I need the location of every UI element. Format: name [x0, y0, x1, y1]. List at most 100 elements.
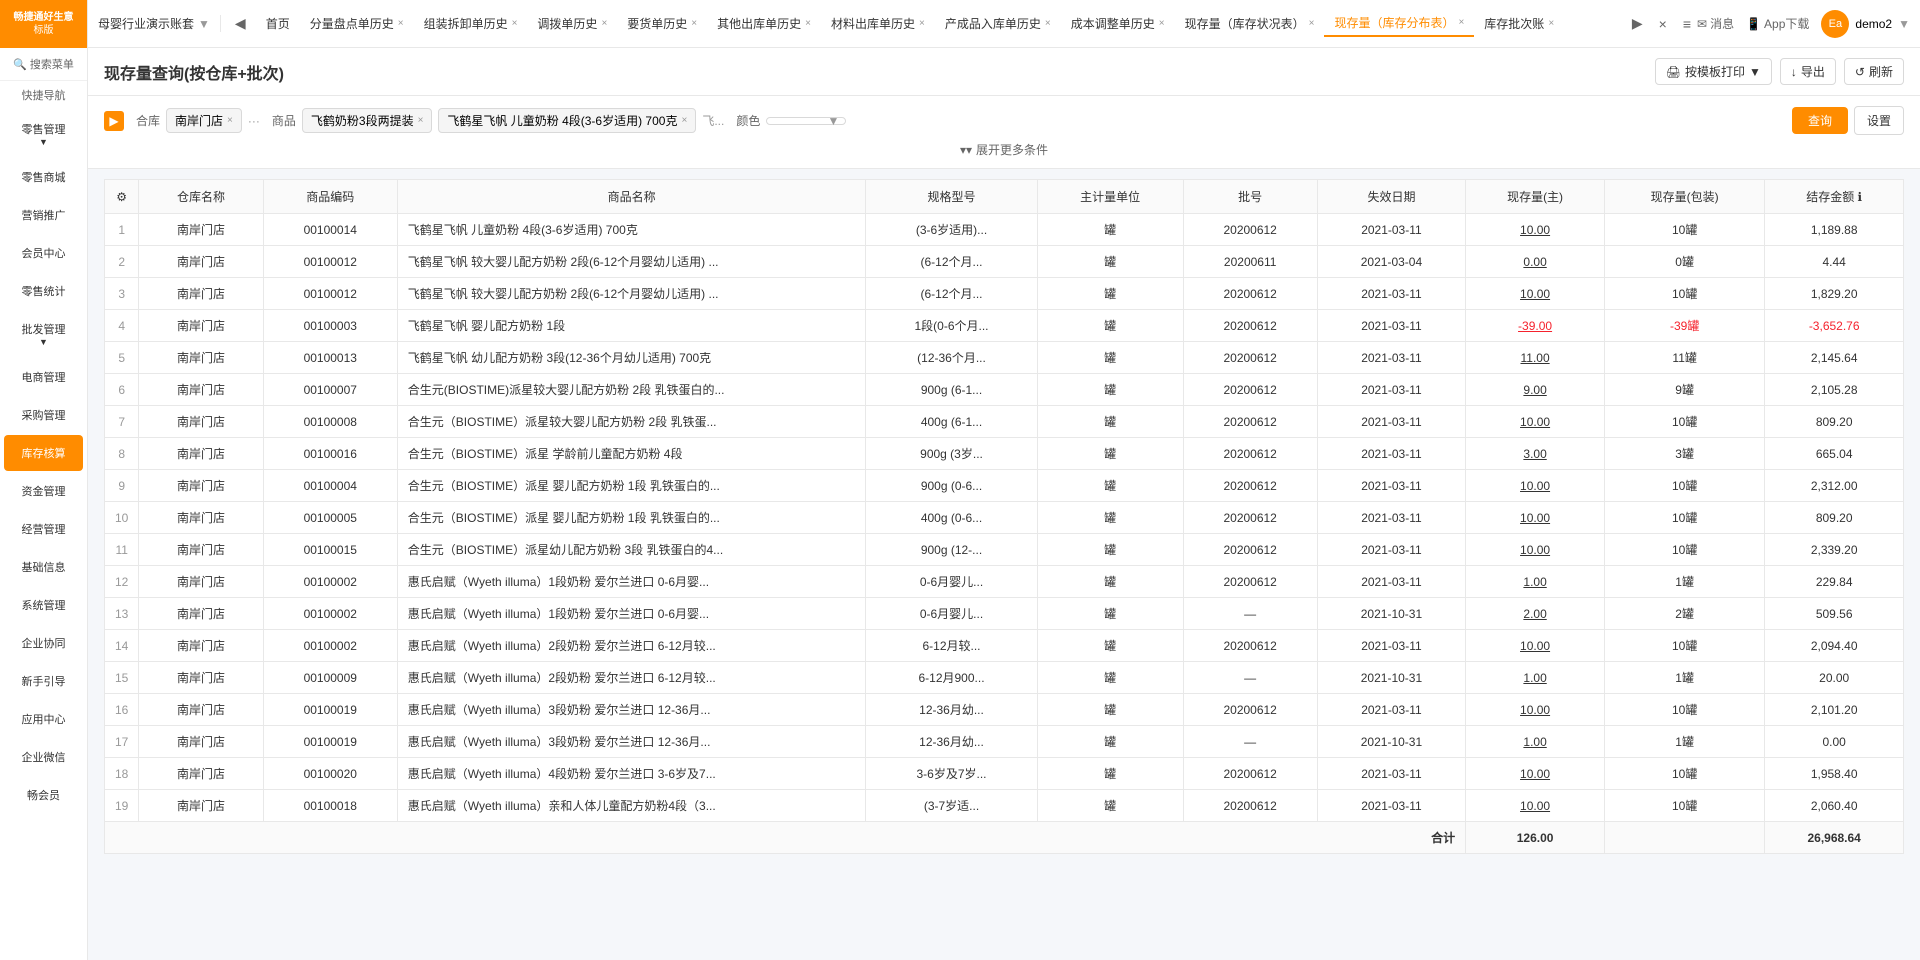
tab-stock-status[interactable]: 现存量（库存状况表）× — [1175, 10, 1325, 37]
cell-qty-main[interactable]: 10.00 — [1466, 534, 1605, 566]
template-print-btn[interactable]: 🖨 按模板打印 ▼ — [1655, 58, 1772, 85]
tab-close-all[interactable]: × — [1653, 16, 1673, 32]
expand-conditions-btn[interactable]: ▾▾ 展开更多条件 — [960, 141, 1048, 158]
sidebar-item-operations[interactable]: 经营管理 — [4, 511, 83, 547]
quick-nav-btn[interactable]: 快捷导航 — [0, 81, 87, 109]
tab-close[interactable]: × — [691, 18, 697, 29]
warehouse-more[interactable]: ··· — [248, 114, 260, 128]
sidebar-item-finance[interactable]: 资金管理 — [4, 473, 83, 509]
tab-stock-dist[interactable]: 现存量（库存分布表）× — [1324, 10, 1474, 37]
cell-spec: 1段(0-6个月... — [866, 310, 1037, 342]
cell-qty-main[interactable]: 1.00 — [1466, 566, 1605, 598]
cell-qty-main[interactable]: 2.00 — [1466, 598, 1605, 630]
cell-qty-main[interactable]: 10.00 — [1466, 790, 1605, 822]
sidebar-item-member[interactable]: 会员中心 — [4, 235, 83, 271]
tab-home[interactable]: 首页 — [256, 10, 300, 37]
tab-close[interactable]: × — [1045, 18, 1051, 29]
tab-other-out[interactable]: 其他出库单历史× — [707, 10, 821, 37]
cell-qty-main[interactable]: 9.00 — [1466, 374, 1605, 406]
sidebar-item-system[interactable]: 系统管理 — [4, 587, 83, 623]
cell-qty-main[interactable]: 10.00 — [1466, 406, 1605, 438]
color-dropdown[interactable]: ▼ — [766, 117, 846, 125]
cell-qty-main[interactable]: 3.00 — [1466, 438, 1605, 470]
tab-mix[interactable]: 调拨单历史× — [527, 10, 617, 37]
cell-qty-main[interactable]: 10.00 — [1466, 470, 1605, 502]
warehouse-tag-remove[interactable]: × — [227, 115, 233, 126]
cell-expire: 2021-03-11 — [1317, 790, 1465, 822]
sidebar-item-retail[interactable]: 零售管理 ▼ — [4, 111, 83, 157]
tab-close[interactable]: × — [512, 18, 518, 29]
tab-close[interactable]: × — [1458, 17, 1464, 28]
sidebar-item-retail-shop[interactable]: 零售商城 — [4, 159, 83, 195]
sidebar-item-newbie[interactable]: 新手引导 — [4, 663, 83, 699]
tab-batch-account[interactable]: 库存批次账× — [1474, 10, 1564, 37]
app-download-btn[interactable]: 📱 App下载 — [1746, 15, 1809, 32]
search-menu-btn[interactable]: 🔍 搜索菜单 — [0, 48, 87, 81]
product-more[interactable]: 飞... — [702, 112, 724, 129]
cell-qty-main[interactable]: 1.00 — [1466, 726, 1605, 758]
cell-qty-main[interactable]: 11.00 — [1466, 342, 1605, 374]
expand-filter-btn[interactable]: ▶ — [104, 111, 124, 131]
sidebar-item-purchase[interactable]: 采购管理 — [4, 397, 83, 433]
cell-batch: 20200611 — [1183, 246, 1317, 278]
tab-requisition[interactable]: 要货单历史× — [617, 10, 707, 37]
cell-qty-main[interactable]: -39.00 — [1466, 310, 1605, 342]
cell-qty-pack: 11罐 — [1604, 342, 1764, 374]
tab-close[interactable]: × — [601, 18, 607, 29]
sidebar-item-inventory[interactable]: 库存核算 — [4, 435, 83, 471]
cell-rownum: 14 — [105, 630, 139, 662]
user-area[interactable]: Ea demo2 ▼ — [1821, 10, 1910, 38]
export-btn[interactable]: ↓ 导出 — [1780, 58, 1836, 85]
cell-qty-main[interactable]: 10.00 — [1466, 278, 1605, 310]
tab-product-in[interactable]: 产成品入库单历史× — [935, 10, 1061, 37]
product-tag-remove-1[interactable]: × — [681, 115, 687, 126]
cell-qty-main[interactable]: 10.00 — [1466, 502, 1605, 534]
tab-close[interactable]: × — [1309, 18, 1315, 29]
tab-split-inventory[interactable]: 分量盘点单历史× — [300, 10, 414, 37]
tab-close[interactable]: × — [1159, 18, 1165, 29]
sidebar-item-enterprise[interactable]: 企业协同 — [4, 625, 83, 661]
template-dropdown-arrow[interactable]: ▼ — [1749, 65, 1761, 79]
cell-qty-main[interactable]: 10.00 — [1466, 694, 1605, 726]
product-tag-1[interactable]: 飞鹤星飞帆 儿童奶粉 4段(3-6岁适用) 700克 × — [438, 108, 696, 133]
sidebar-item-retail-stats[interactable]: 零售统计 — [4, 273, 83, 309]
sidebar-item-marketing[interactable]: 营销推广 — [4, 197, 83, 233]
sidebar-item-ecommerce[interactable]: 电商管理 — [4, 359, 83, 395]
cell-name: 飞鹤星飞帆 儿童奶粉 4段(3-6岁适用) 700克 — [397, 214, 866, 246]
cell-qty-main[interactable]: 1.00 — [1466, 662, 1605, 694]
tab-close[interactable]: × — [919, 18, 925, 29]
tab-close[interactable]: × — [805, 18, 811, 29]
product-tag-remove-0[interactable]: × — [418, 115, 424, 126]
settings-btn[interactable]: 设置 — [1854, 106, 1904, 135]
sidebar-item-vip[interactable]: 畅会员 — [4, 777, 83, 813]
tab-scroll-right[interactable]: ▶ — [1626, 15, 1649, 32]
tab-cost-adjust[interactable]: 成本调整单历史× — [1061, 10, 1175, 37]
cell-warehouse: 南岸门店 — [139, 214, 263, 246]
cell-warehouse: 南岸门店 — [139, 470, 263, 502]
sidebar-item-appstore[interactable]: 应用中心 — [4, 701, 83, 737]
refresh-btn[interactable]: ↺ 刷新 — [1844, 58, 1904, 85]
cell-qty-main[interactable]: 10.00 — [1466, 214, 1605, 246]
cell-qty-main[interactable]: 0.00 — [1466, 246, 1605, 278]
cell-expire: 2021-03-11 — [1317, 438, 1465, 470]
product-tag-0[interactable]: 飞鹤奶粉3段两提装 × — [302, 108, 433, 133]
cell-qty-main[interactable]: 10.00 — [1466, 630, 1605, 662]
search-btn[interactable]: 查询 — [1792, 107, 1848, 134]
user-dropdown-arrow[interactable]: ▼ — [1898, 17, 1910, 31]
warehouse-tag[interactable]: 南岸门店 × — [166, 108, 242, 133]
tab-menu[interactable]: ≡ — [1677, 16, 1697, 32]
messages-btn[interactable]: ✉ 消息 — [1697, 15, 1734, 32]
sidebar-item-basic[interactable]: 基础信息 — [4, 549, 83, 585]
sidebar-item-wholesale[interactable]: 批发管理 ▼ — [4, 311, 83, 357]
tab-scroll-left[interactable]: ◀ — [229, 15, 252, 32]
tab-close[interactable]: × — [1548, 18, 1554, 29]
sidebar-item-wecom[interactable]: 企业微信 — [4, 739, 83, 775]
account-dropdown-arrow[interactable]: ▼ — [198, 17, 210, 31]
cell-code: 00100005 — [263, 502, 397, 534]
logo-line2: 标版 — [14, 24, 74, 37]
tab-material-out[interactable]: 材料出库单历史× — [821, 10, 935, 37]
tab-close[interactable]: × — [398, 18, 404, 29]
cell-name: 飞鹤星飞帆 幼儿配方奶粉 3段(12-36个月幼儿适用) 700克 — [397, 342, 866, 374]
tab-disassemble[interactable]: 组装拆卸单历史× — [414, 10, 528, 37]
cell-qty-main[interactable]: 10.00 — [1466, 758, 1605, 790]
